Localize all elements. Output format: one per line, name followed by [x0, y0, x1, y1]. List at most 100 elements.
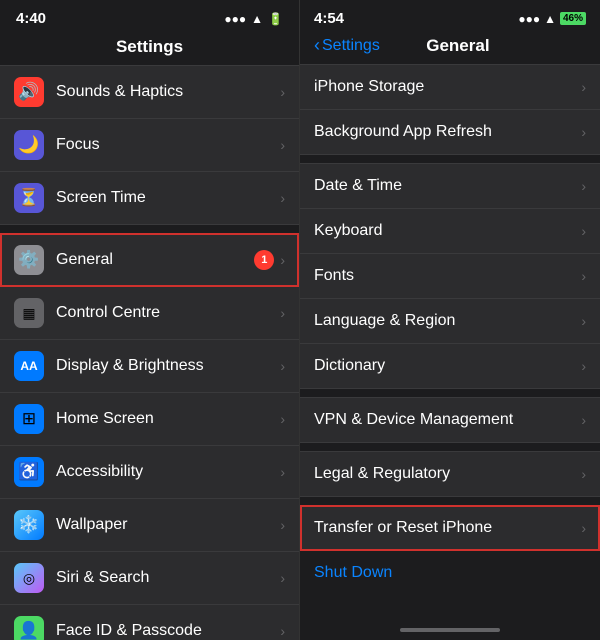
focus-icon: 🌙	[14, 130, 44, 160]
right-section-1: iPhone Storage › Background App Refresh …	[300, 64, 600, 155]
right-item-legal[interactable]: Legal & Regulatory ›	[300, 451, 600, 497]
language-region-chevron: ›	[581, 313, 586, 329]
transfer-reset-label: Transfer or Reset iPhone	[314, 519, 492, 537]
control-centre-label: Control Centre	[56, 304, 280, 322]
screen-time-label: Screen Time	[56, 189, 280, 207]
control-centre-icon: ▦	[14, 298, 44, 328]
status-time-right: 4:54	[314, 10, 344, 27]
focus-chevron: ›	[280, 137, 285, 153]
shut-down-label: Shut Down	[314, 564, 392, 581]
iphone-storage-label: iPhone Storage	[314, 78, 424, 96]
right-section-3: VPN & Device Management ›	[300, 397, 600, 443]
home-indicator	[300, 620, 600, 640]
keyboard-label: Keyboard	[314, 222, 383, 240]
faceid-label: Face ID & Passcode	[56, 622, 280, 640]
right-item-dictionary[interactable]: Dictionary ›	[300, 344, 600, 389]
right-item-language-region[interactable]: Language & Region ›	[300, 299, 600, 344]
home-screen-chevron: ›	[280, 411, 285, 427]
dictionary-chevron: ›	[581, 358, 586, 374]
screen-time-chevron: ›	[280, 190, 285, 206]
iphone-storage-chevron: ›	[581, 79, 586, 95]
settings-item-display[interactable]: AA Display & Brightness ›	[0, 340, 299, 393]
legal-label: Legal & Regulatory	[314, 465, 450, 483]
signal-icon: ●●●	[224, 12, 246, 26]
back-button[interactable]: ‹ Settings	[314, 35, 380, 56]
back-chevron-icon: ‹	[314, 35, 320, 56]
settings-item-control-centre[interactable]: ▦ Control Centre ›	[0, 287, 299, 340]
wallpaper-chevron: ›	[280, 517, 285, 533]
right-item-fonts[interactable]: Fonts ›	[300, 254, 600, 299]
legal-chevron: ›	[581, 466, 586, 482]
general-label: General	[56, 251, 254, 269]
wallpaper-label: Wallpaper	[56, 516, 280, 534]
home-screen-icon: ⊞	[14, 404, 44, 434]
settings-item-wallpaper[interactable]: ❄️ Wallpaper ›	[0, 499, 299, 552]
right-list: iPhone Storage › Background App Refresh …	[300, 64, 600, 620]
nav-bar: ‹ Settings General	[300, 33, 600, 64]
right-section-5: Transfer or Reset iPhone ›	[300, 505, 600, 551]
right-item-keyboard[interactable]: Keyboard ›	[300, 209, 600, 254]
settings-item-general[interactable]: ⚙️ General 1 ›	[0, 233, 299, 287]
accessibility-chevron: ›	[280, 464, 285, 480]
sounds-icon: 🔊	[14, 77, 44, 107]
keyboard-chevron: ›	[581, 223, 586, 239]
right-gap-3	[300, 443, 600, 451]
fonts-label: Fonts	[314, 267, 354, 285]
siri-chevron: ›	[280, 570, 285, 586]
settings-item-screen-time[interactable]: ⏳ Screen Time ›	[0, 172, 299, 225]
signal-right-icon: ●●●	[518, 12, 540, 26]
control-centre-chevron: ›	[280, 305, 285, 321]
home-screen-label: Home Screen	[56, 410, 280, 428]
transfer-reset-chevron: ›	[581, 520, 586, 536]
right-panel: 4:54 ●●● ▲ 46% ‹ Settings General iPhone…	[300, 0, 600, 640]
home-bar	[400, 628, 500, 632]
vpn-label: VPN & Device Management	[314, 411, 513, 429]
settings-group-1: 🔊 Sounds & Haptics › 🌙 Focus › ⏳	[0, 65, 299, 225]
wallpaper-icon: ❄️	[14, 510, 44, 540]
battery-right-icon: 46%	[560, 12, 586, 25]
siri-icon: ◎	[14, 563, 44, 593]
right-gap-2	[300, 389, 600, 397]
right-item-background-refresh[interactable]: Background App Refresh ›	[300, 110, 600, 155]
right-item-date-time[interactable]: Date & Time ›	[300, 163, 600, 209]
sounds-label: Sounds & Haptics	[56, 83, 280, 101]
screen-time-icon: ⏳	[14, 183, 44, 213]
fonts-chevron: ›	[581, 268, 586, 284]
gap-1	[0, 225, 299, 233]
settings-item-focus[interactable]: 🌙 Focus ›	[0, 119, 299, 172]
background-refresh-label: Background App Refresh	[314, 123, 492, 141]
right-gap-1	[300, 155, 600, 163]
faceid-icon: 👤	[14, 616, 44, 640]
background-refresh-chevron: ›	[581, 124, 586, 140]
right-gap-4	[300, 497, 600, 505]
right-item-transfer-reset[interactable]: Transfer or Reset iPhone ›	[300, 505, 600, 551]
settings-item-faceid[interactable]: 👤 Face ID & Passcode ›	[0, 605, 299, 640]
general-icon: ⚙️	[14, 245, 44, 275]
accessibility-label: Accessibility	[56, 463, 280, 481]
display-label: Display & Brightness	[56, 357, 280, 375]
wifi-icon: ▲	[251, 12, 263, 26]
settings-item-siri[interactable]: ◎ Siri & Search ›	[0, 552, 299, 605]
right-item-iphone-storage[interactable]: iPhone Storage ›	[300, 64, 600, 110]
date-time-chevron: ›	[581, 178, 586, 194]
status-time-left: 4:40	[16, 10, 46, 27]
focus-label: Focus	[56, 136, 280, 154]
settings-item-sounds[interactable]: 🔊 Sounds & Haptics ›	[0, 65, 299, 119]
shut-down-button[interactable]: Shut Down	[300, 551, 600, 595]
settings-item-home-screen[interactable]: ⊞ Home Screen ›	[0, 393, 299, 446]
battery-left-icon: 🔋	[268, 12, 283, 26]
left-panel: 4:40 ●●● ▲ 🔋 Settings 🔊 Sounds & Haptics…	[0, 0, 300, 640]
settings-list: 🔊 Sounds & Haptics › 🌙 Focus › ⏳	[0, 65, 299, 640]
right-item-vpn[interactable]: VPN & Device Management ›	[300, 397, 600, 443]
left-title: Settings	[0, 33, 299, 65]
accessibility-icon: ♿	[14, 457, 44, 487]
sounds-chevron: ›	[280, 84, 285, 100]
faceid-chevron: ›	[280, 623, 285, 639]
nav-title: General	[380, 36, 536, 56]
siri-label: Siri & Search	[56, 569, 280, 587]
display-icon: AA	[14, 351, 44, 381]
general-chevron: ›	[280, 252, 285, 268]
date-time-label: Date & Time	[314, 177, 402, 195]
right-section-2: Date & Time › Keyboard › Fonts › Languag…	[300, 163, 600, 389]
settings-item-accessibility[interactable]: ♿ Accessibility ›	[0, 446, 299, 499]
